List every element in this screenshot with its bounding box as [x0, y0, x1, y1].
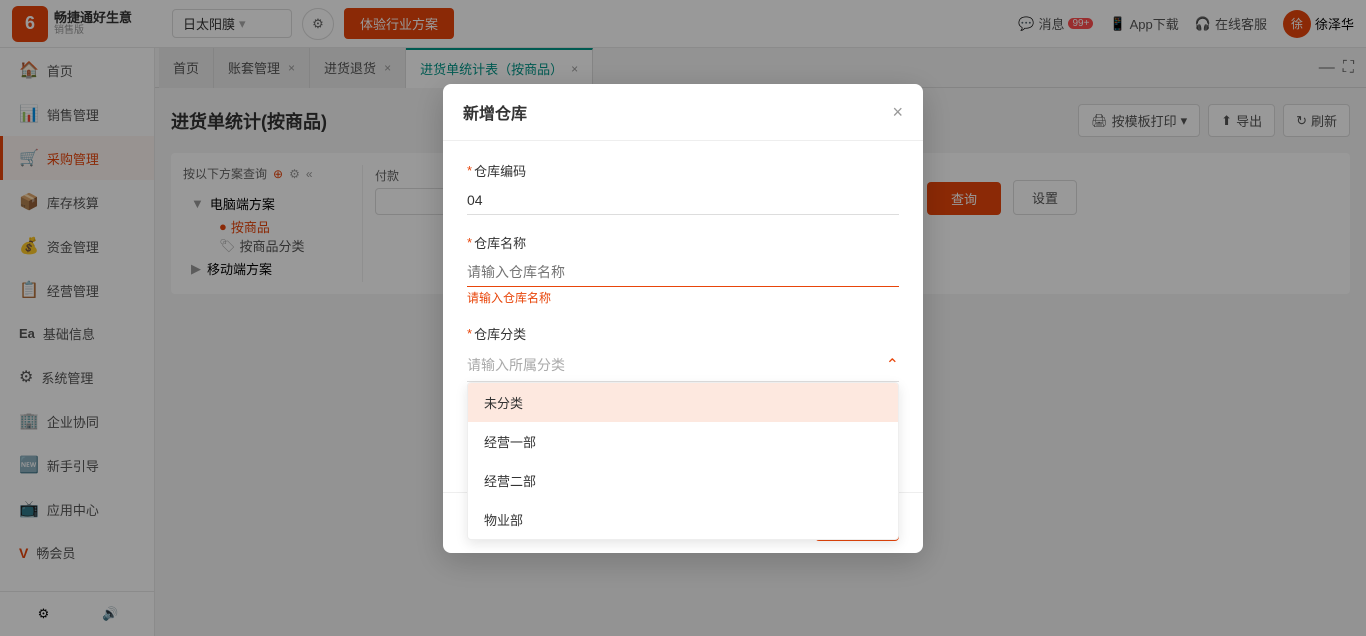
dropdown-option-none[interactable]: 未分类	[468, 383, 898, 422]
modal-overlay: 新增仓库 × * 仓库编码 * 仓库名称 请输入仓库名称	[0, 0, 1366, 636]
chevron-up-icon: ⌃	[886, 355, 899, 375]
category-dropdown-trigger[interactable]: 请输入所属分类 ⌃	[467, 349, 899, 382]
dropdown-option-dept2[interactable]: 经营二部	[468, 461, 898, 500]
modal-close-button[interactable]: ×	[892, 103, 903, 121]
warehouse-category-label-text: 仓库分类	[474, 324, 526, 343]
modal-header: 新增仓库 ×	[443, 84, 923, 141]
warehouse-name-error: 请输入仓库名称	[467, 289, 899, 306]
warehouse-code-label: * 仓库编码	[467, 161, 899, 180]
dropdown-option-dept1[interactable]: 经营一部	[468, 422, 898, 461]
dropdown-option-property[interactable]: 物业部	[468, 500, 898, 539]
category-dropdown-list: 未分类 经营一部 经营二部 物业部	[467, 382, 899, 540]
warehouse-name-label: * 仓库名称	[467, 233, 899, 252]
add-warehouse-modal: 新增仓库 × * 仓库编码 * 仓库名称 请输入仓库名称	[443, 84, 923, 553]
required-mark: *	[467, 163, 472, 178]
required-mark-2: *	[467, 235, 472, 250]
warehouse-name-field: * 仓库名称 请输入仓库名称	[467, 233, 899, 306]
modal-title: 新增仓库	[463, 100, 527, 124]
warehouse-category-field: * 仓库分类 请输入所属分类 ⌃ 未分类 经营一部 经营二部 物业部	[467, 324, 899, 382]
warehouse-category-label: * 仓库分类	[467, 324, 899, 343]
warehouse-code-label-text: 仓库编码	[474, 161, 526, 180]
required-mark-3: *	[467, 326, 472, 341]
warehouse-code-input[interactable]	[467, 186, 899, 215]
warehouse-name-label-text: 仓库名称	[474, 233, 526, 252]
warehouse-name-input[interactable]	[467, 258, 899, 287]
modal-body: * 仓库编码 * 仓库名称 请输入仓库名称 * 仓库分类	[443, 141, 923, 492]
warehouse-category-dropdown: 请输入所属分类 ⌃ 未分类 经营一部 经营二部 物业部	[467, 349, 899, 382]
category-placeholder: 请输入所属分类	[467, 355, 565, 375]
warehouse-code-field: * 仓库编码	[467, 161, 899, 215]
